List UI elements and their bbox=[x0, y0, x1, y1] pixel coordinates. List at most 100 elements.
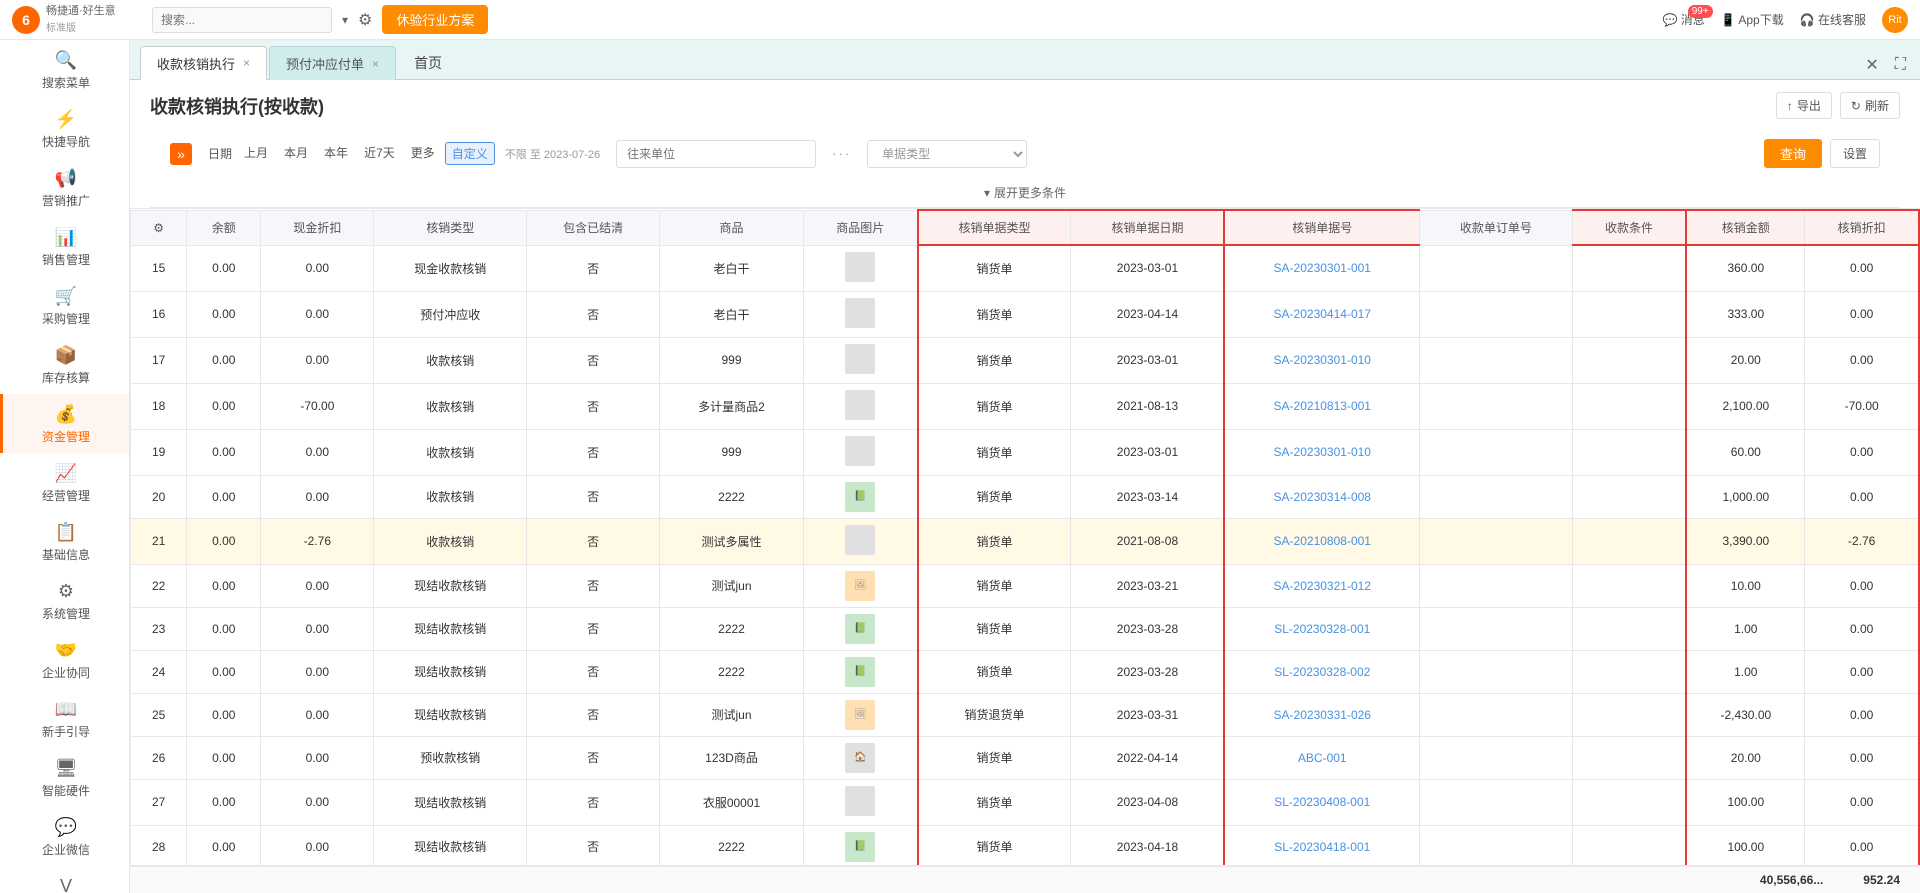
sidebar-item-畅会员[interactable]: V 畅会员 bbox=[0, 866, 129, 893]
sidebar-icon: V bbox=[60, 876, 72, 893]
cell-doc_verify_date: 2023-03-28 bbox=[1071, 607, 1224, 650]
logo-icon: 6 bbox=[12, 6, 40, 34]
sidebar-item-系统管理[interactable]: ⚙ 系统管理 bbox=[0, 571, 129, 630]
cell-doc_verify_no[interactable]: SA-20230331-026 bbox=[1224, 693, 1419, 736]
cell-product_img bbox=[803, 245, 917, 291]
sidebar-item-经营管理[interactable]: 📈 经营管理 bbox=[0, 453, 129, 512]
tab-close-icon[interactable]: × bbox=[243, 56, 250, 70]
doc-no-link[interactable]: SL-20230418-001 bbox=[1274, 840, 1370, 854]
industry-btn[interactable]: 休验行业方案 bbox=[382, 5, 488, 34]
cell-doc_verify_type: 销货单 bbox=[918, 607, 1071, 650]
sidebar-icon: ⚡ bbox=[55, 109, 77, 130]
sidebar-item-智能硬件[interactable]: 🖥 智能硬件 bbox=[0, 748, 129, 807]
doc-no-link[interactable]: SA-20230414-017 bbox=[1274, 307, 1371, 321]
date-opt-本月[interactable]: 本月 bbox=[278, 142, 314, 165]
doc-no-link[interactable]: SA-20230301-001 bbox=[1274, 261, 1371, 275]
doc-no-link[interactable]: SA-20230321-012 bbox=[1274, 579, 1371, 593]
tab-close-icon[interactable]: × bbox=[372, 57, 379, 71]
cell-doc_verify_no[interactable]: SL-20230328-001 bbox=[1224, 607, 1419, 650]
footer-verify-amount-value: 40,556,66... bbox=[1760, 873, 1823, 887]
cell-product: 衣服00001 bbox=[660, 779, 804, 825]
cell-balance: 0.00 bbox=[187, 518, 261, 564]
refresh-btn[interactable]: ↻ 刷新 bbox=[1840, 92, 1900, 119]
cell-doc_verify_no[interactable]: SA-20230321-012 bbox=[1224, 564, 1419, 607]
cell-cash_discount: 0.00 bbox=[261, 337, 374, 383]
cell-doc_verify_type: 销货单 bbox=[918, 650, 1071, 693]
cell-doc_verify_no[interactable]: SL-20230418-001 bbox=[1224, 825, 1419, 865]
sidebar-item-基础信息[interactable]: 📋 基础信息 bbox=[0, 512, 129, 571]
cell-gear: 20 bbox=[131, 475, 187, 518]
cell-doc_verify_no[interactable]: SL-20230328-002 bbox=[1224, 650, 1419, 693]
date-opt-更多[interactable]: 更多 bbox=[405, 142, 441, 165]
cell-doc_verify_date: 2023-03-31 bbox=[1071, 693, 1224, 736]
cell-doc_verify_no[interactable]: SA-20230301-010 bbox=[1224, 429, 1419, 475]
product-image bbox=[845, 786, 875, 816]
query-btn[interactable]: 查询 bbox=[1764, 139, 1822, 168]
sidebar-item-销售管理[interactable]: 📊 销售管理 bbox=[0, 217, 129, 276]
cell-verify_discount: 0.00 bbox=[1805, 337, 1919, 383]
doc-type-select[interactable]: 单据类型 bbox=[867, 140, 1027, 168]
sidebar-item-库存核算[interactable]: 📦 库存核算 bbox=[0, 335, 129, 394]
doc-no-link[interactable]: SL-20230408-001 bbox=[1274, 795, 1370, 809]
doc-no-link[interactable]: SL-20230328-001 bbox=[1274, 622, 1370, 636]
export-btn[interactable]: ↑ 导出 bbox=[1776, 92, 1832, 119]
doc-no-link[interactable]: SA-20230331-026 bbox=[1274, 708, 1371, 722]
tab-预付冲应付单[interactable]: 预付冲应付单× bbox=[269, 46, 396, 80]
doc-no-link[interactable]: SA-20210813-001 bbox=[1274, 399, 1371, 413]
table-row: 200.000.00收款核销否2222📗销货单2023-03-14SA-2023… bbox=[131, 475, 1920, 518]
search-input[interactable] bbox=[152, 7, 332, 33]
cell-verify_type: 现结收款核销 bbox=[374, 693, 527, 736]
sidebar-item-营销推广[interactable]: 📢 营销推广 bbox=[0, 158, 129, 217]
doc-no-link[interactable]: SL-20230328-002 bbox=[1274, 665, 1370, 679]
sidebar-item-企业微信[interactable]: 💬 企业微信 bbox=[0, 807, 129, 866]
chevron-down-icon[interactable]: ▾ bbox=[342, 13, 348, 27]
doc-no-link[interactable]: SA-20230301-010 bbox=[1274, 445, 1371, 459]
cell-doc_verify_no[interactable]: SA-20230301-001 bbox=[1224, 245, 1419, 291]
sidebar-item-搜索菜单[interactable]: 🔍 搜索菜单 bbox=[0, 40, 129, 99]
sidebar-item-采购管理[interactable]: 🛒 采购管理 bbox=[0, 276, 129, 335]
cell-doc_verify_no[interactable]: SA-20230414-017 bbox=[1224, 291, 1419, 337]
col-header-product_img: 商品图片 bbox=[803, 210, 917, 245]
cell-receipt_order_no bbox=[1420, 650, 1573, 693]
avatar[interactable]: Rit bbox=[1882, 7, 1908, 33]
partner-input[interactable] bbox=[616, 140, 816, 168]
filter-settings-btn[interactable]: 设置 bbox=[1830, 139, 1880, 168]
cell-doc_verify_type: 销货单 bbox=[918, 779, 1071, 825]
cell-product_img: 🖼 bbox=[803, 564, 917, 607]
close-window-btn[interactable]: ✕ bbox=[1861, 51, 1882, 79]
message-icon[interactable]: 💬 消息 99+ bbox=[1663, 11, 1705, 28]
online-service[interactable]: 🎧 在线客服 bbox=[1800, 11, 1866, 28]
doc-no-link[interactable]: ABC-001 bbox=[1298, 751, 1347, 765]
maximize-btn[interactable]: ⛶ bbox=[1891, 52, 1910, 78]
product-image bbox=[845, 252, 875, 282]
sidebar-item-企业协同[interactable]: 🤝 企业协同 bbox=[0, 630, 129, 689]
expand-more-btn[interactable]: ▾ 展开更多条件 bbox=[984, 184, 1066, 201]
date-opt-custom[interactable]: 自定义 bbox=[445, 142, 495, 165]
main-layout: 🔍 搜索菜单 ⚡ 快捷导航 📢 营销推广 📊 销售管理 🛒 采购管理 📦 库存核… bbox=[0, 40, 1920, 893]
date-opt-本年[interactable]: 本年 bbox=[318, 142, 354, 165]
gear-icon[interactable]: ⚙ bbox=[358, 10, 372, 30]
doc-no-link[interactable]: SA-20210808-001 bbox=[1274, 534, 1371, 548]
table-row: 180.00-70.00收款核销否多计量商品2销货单2021-08-13SA-2… bbox=[131, 383, 1920, 429]
doc-no-link[interactable]: SA-20230314-008 bbox=[1274, 490, 1371, 504]
tab-首页[interactable]: 首页 bbox=[398, 46, 458, 80]
cell-verify_amount: 10.00 bbox=[1686, 564, 1805, 607]
refresh-icon: ↻ bbox=[1851, 99, 1861, 113]
sidebar-item-新手引导[interactable]: 📖 新手引导 bbox=[0, 689, 129, 748]
cell-doc_verify_no[interactable]: SA-20210813-001 bbox=[1224, 383, 1419, 429]
cell-doc_verify_no[interactable]: ABC-001 bbox=[1224, 736, 1419, 779]
tab-收款核销执行[interactable]: 收款核销执行× bbox=[140, 46, 267, 80]
cell-doc_verify_no[interactable]: SA-20210808-001 bbox=[1224, 518, 1419, 564]
cell-doc_verify_no[interactable]: SA-20230301-010 bbox=[1224, 337, 1419, 383]
cell-receipt_condition bbox=[1572, 518, 1686, 564]
date-opt-上月[interactable]: 上月 bbox=[238, 142, 274, 165]
app-download[interactable]: 📱 App下载 bbox=[1721, 11, 1784, 28]
sidebar-item-资金管理[interactable]: 💰 资金管理 bbox=[0, 394, 129, 453]
date-opt-近7天[interactable]: 近7天 bbox=[358, 142, 401, 165]
cell-doc_verify_no[interactable]: SA-20230314-008 bbox=[1224, 475, 1419, 518]
cell-doc_verify_no[interactable]: SL-20230408-001 bbox=[1224, 779, 1419, 825]
expand-filter-btn[interactable]: » bbox=[170, 143, 192, 165]
top-bar-center: ▾ ⚙ 休验行业方案 bbox=[152, 5, 1653, 34]
doc-no-link[interactable]: SA-20230301-010 bbox=[1274, 353, 1371, 367]
sidebar-item-快捷导航[interactable]: ⚡ 快捷导航 bbox=[0, 99, 129, 158]
